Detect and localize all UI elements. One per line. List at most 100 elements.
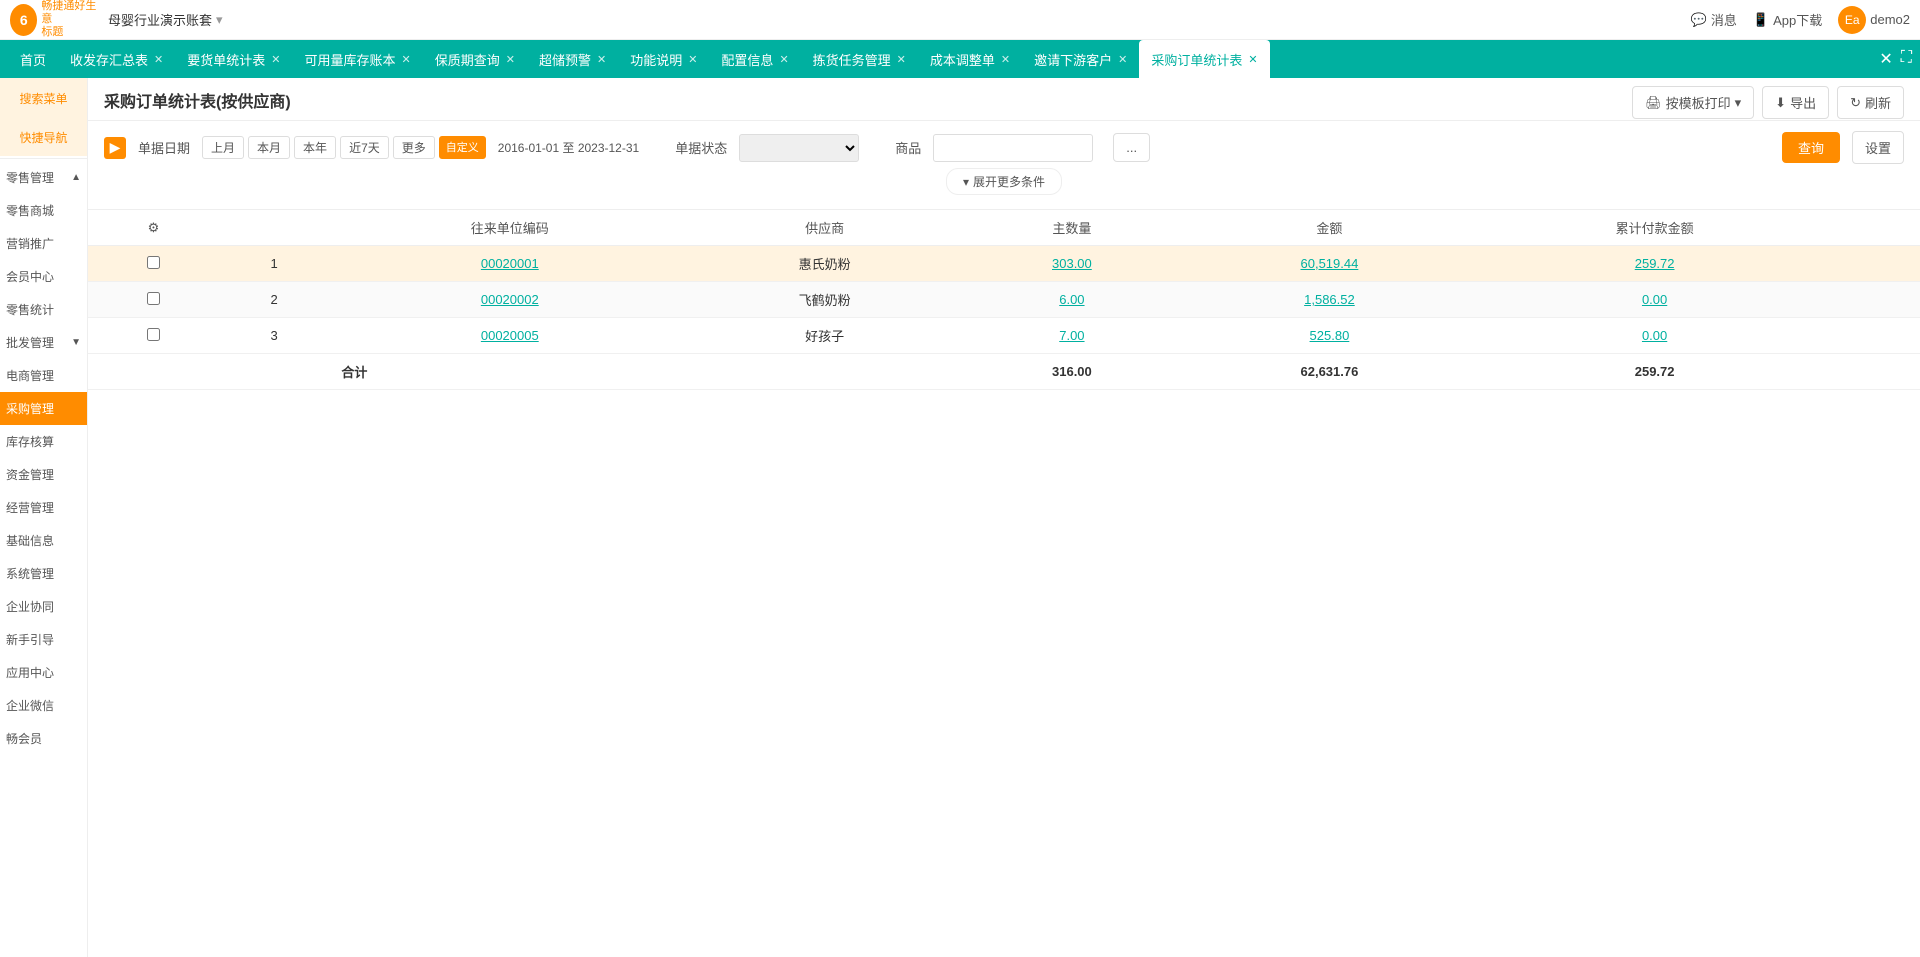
tab-baozhi[interactable]: 保质期查询 ✕	[423, 40, 527, 78]
tab-close-icon[interactable]: ✕	[597, 53, 606, 66]
row-checkbox[interactable]	[147, 292, 160, 305]
state-filter-select[interactable]	[739, 134, 859, 162]
goods-filter-input[interactable]	[933, 134, 1093, 162]
workspace-name: 母婴行业演示账套	[108, 10, 212, 29]
cell-amount[interactable]: 525.80	[1185, 318, 1475, 354]
tab-shoufacun[interactable]: 收发存汇总表 ✕	[58, 40, 175, 78]
message-icon: 💬	[1691, 12, 1707, 28]
sidebar-item-basic-info[interactable]: 基础信息	[0, 524, 87, 557]
sidebar: 搜索菜单 快捷导航 零售管理 ▲ 零售商城 营销推广 会员中心 零售统计	[0, 78, 88, 957]
cell-code[interactable]: 00020001	[329, 246, 690, 282]
sidebar-item-operations[interactable]: 经营管理	[0, 491, 87, 524]
settings-button[interactable]: 设置	[1852, 131, 1904, 164]
sidebar-item-wholesale[interactable]: 批发管理 ▼	[0, 326, 87, 359]
cell-index: 1	[219, 246, 329, 282]
print-button[interactable]: 🖨 按模板打印 ▾	[1632, 86, 1754, 119]
period-buttons: 上月 本月 本年 近7天 更多 自定义	[202, 136, 486, 159]
tab-yaohuo[interactable]: 要货单统计表 ✕	[175, 40, 292, 78]
sidebar-item-retail-stats[interactable]: 零售统计	[0, 293, 87, 326]
print-icon: 🖨	[1645, 95, 1662, 111]
column-settings[interactable]: ⚙	[88, 210, 219, 246]
sidebar-item-finance[interactable]: 资金管理	[0, 458, 87, 491]
sidebar-item-marketing[interactable]: 营销推广	[0, 227, 87, 260]
sidebar-item-member-club[interactable]: 畅会员	[0, 722, 87, 755]
tab-close-icon[interactable]: ✕	[1118, 53, 1127, 66]
sidebar-item-app-center[interactable]: 应用中心	[0, 656, 87, 689]
workspace-selector[interactable]: 母婴行业演示账套 ▾	[98, 10, 1691, 29]
tab-yaoqing[interactable]: 邀请下游客户 ✕	[1022, 40, 1139, 78]
cell-amount[interactable]: 1,586.52	[1185, 282, 1475, 318]
period-more[interactable]: 更多	[393, 136, 435, 159]
tab-close-icon[interactable]: ✕	[1248, 53, 1257, 66]
cell-quantity[interactable]: 6.00	[959, 282, 1185, 318]
cell-quantity[interactable]: 303.00	[959, 246, 1185, 282]
sidebar-item-inventory[interactable]: 库存核算	[0, 425, 87, 458]
footer-label: 合计	[329, 354, 959, 390]
column-extra	[1835, 210, 1920, 246]
tab-close-icon[interactable]: ✕	[271, 53, 280, 66]
sidebar-item-purchase[interactable]: 采购管理	[0, 392, 87, 425]
sidebar-item-member[interactable]: 会员中心	[0, 260, 87, 293]
cell-quantity[interactable]: 7.00	[959, 318, 1185, 354]
expand-more-conditions[interactable]: ▾ 展开更多条件	[946, 168, 1062, 195]
page-header-actions: 🖨 按模板打印 ▾ ⬇ 导出 ↻ 刷新	[1632, 86, 1904, 119]
cell-checkbox[interactable]	[88, 282, 219, 318]
cell-code[interactable]: 00020005	[329, 318, 690, 354]
table-header: ⚙ 往来单位编码 供应商 主数量 金额 累计付款金额	[88, 210, 1920, 246]
tab-gongneng[interactable]: 功能说明 ✕	[618, 40, 709, 78]
close-window-icon[interactable]: ✕	[1879, 49, 1892, 69]
sidebar-shortcut[interactable]: 快捷导航	[0, 119, 87, 156]
tab-jianhuo[interactable]: 拣货任务管理 ✕	[801, 40, 918, 78]
sidebar-item-system[interactable]: 系统管理	[0, 557, 87, 590]
tab-caigou-active[interactable]: 采购订单统计表 ✕	[1139, 40, 1269, 78]
sidebar-item-ecommerce[interactable]: 电商管理	[0, 359, 87, 392]
cell-paid[interactable]: 0.00	[1474, 318, 1835, 354]
fullscreen-icon[interactable]: ⛶	[1901, 49, 1912, 69]
tab-close-icon[interactable]: ✕	[154, 53, 163, 66]
footer-amount: 62,631.76	[1185, 354, 1475, 390]
table-area: ⚙ 往来单位编码 供应商 主数量 金额 累计付款金额	[88, 210, 1920, 957]
cell-code[interactable]: 00020002	[329, 282, 690, 318]
export-icon: ⬇	[1775, 95, 1786, 111]
tab-close-icon[interactable]: ✕	[1001, 53, 1010, 66]
tab-chengben[interactable]: 成本调整单 ✕	[918, 40, 1022, 78]
refresh-button[interactable]: ↻ 刷新	[1837, 86, 1904, 119]
row-checkbox[interactable]	[147, 328, 160, 341]
app-download-button[interactable]: 📱 App下载	[1753, 10, 1822, 29]
footer-empty1	[88, 354, 219, 390]
tab-close-icon[interactable]: ✕	[897, 53, 906, 66]
period-this-month[interactable]: 本月	[248, 136, 290, 159]
cell-paid[interactable]: 259.72	[1474, 246, 1835, 282]
cell-checkbox[interactable]	[88, 318, 219, 354]
tab-close-icon[interactable]: ✕	[402, 53, 411, 66]
logo-icon: 6	[10, 4, 37, 36]
sidebar-item-enterprise[interactable]: 企业协同	[0, 590, 87, 623]
message-button[interactable]: 💬 消息	[1691, 10, 1737, 29]
tab-chaochuyujing[interactable]: 超储预警 ✕	[527, 40, 618, 78]
row-checkbox[interactable]	[147, 256, 160, 269]
cell-checkbox[interactable]	[88, 246, 219, 282]
period-this-year[interactable]: 本年	[294, 136, 336, 159]
user-avatar[interactable]: Ea demo2	[1838, 6, 1910, 34]
tab-close-icon[interactable]: ✕	[779, 53, 788, 66]
cell-amount[interactable]: 60,519.44	[1185, 246, 1475, 282]
tab-close-icon[interactable]: ✕	[688, 53, 697, 66]
filter-row-1: ▶ 单据日期 上月 本月 本年 近7天 更多 自定义 2016-01-01 至 …	[104, 131, 1904, 164]
export-button[interactable]: ⬇ 导出	[1762, 86, 1829, 119]
tab-kuyongliang[interactable]: 可用量库存账本 ✕	[292, 40, 422, 78]
more-filter-button[interactable]: ...	[1113, 133, 1150, 162]
sidebar-item-retail-store[interactable]: 零售商城	[0, 194, 87, 227]
tab-peizhi[interactable]: 配置信息 ✕	[709, 40, 800, 78]
cell-paid[interactable]: 0.00	[1474, 282, 1835, 318]
tab-close-icon[interactable]: ✕	[506, 53, 515, 66]
sidebar-item-newbie[interactable]: 新手引导	[0, 623, 87, 656]
tab-home[interactable]: 首页	[8, 40, 58, 78]
sidebar-item-enterprise-wechat[interactable]: 企业微信	[0, 689, 87, 722]
sidebar-item-retail-mgmt[interactable]: 零售管理 ▲	[0, 161, 87, 194]
footer-empty2	[219, 354, 329, 390]
period-last-month[interactable]: 上月	[202, 136, 244, 159]
filter-toggle-button[interactable]: ▶	[104, 137, 126, 159]
period-7days[interactable]: 近7天	[340, 136, 389, 159]
sidebar-search[interactable]: 搜索菜单	[0, 78, 87, 119]
query-button[interactable]: 查询	[1782, 132, 1840, 163]
